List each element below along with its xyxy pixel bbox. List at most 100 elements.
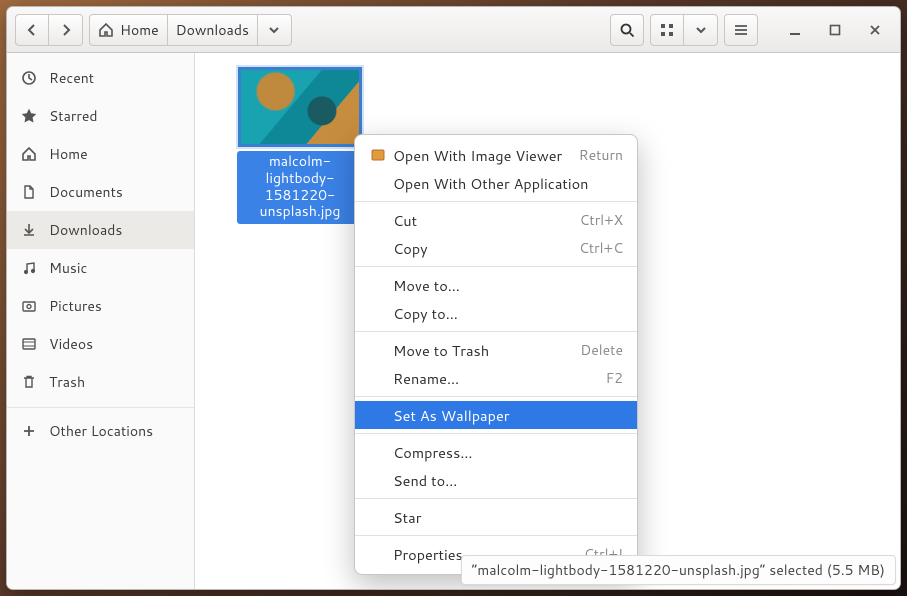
path-menu-button[interactable] (258, 14, 292, 46)
sidebar-item-starred[interactable]: Starred (7, 97, 194, 135)
menu-item-accel: Delete (580, 340, 623, 360)
menu-rename[interactable]: Rename… F2 (355, 364, 637, 392)
menu-item-label: Copy to… (393, 303, 458, 324)
download-icon (21, 222, 37, 238)
context-menu: Open With Image Viewer Return Open With … (354, 134, 638, 575)
hamburger-button[interactable] (724, 14, 758, 46)
view-options-button[interactable] (684, 14, 718, 46)
caret-down-icon (266, 22, 282, 38)
forward-button[interactable] (49, 14, 83, 46)
sidebar-item-music[interactable]: Music (7, 249, 194, 287)
sidebar-item-label: Other Locations (49, 421, 153, 441)
sidebar-item-label: Trash (49, 372, 85, 392)
plus-icon (21, 423, 37, 439)
grid-icon (659, 22, 675, 38)
pictures-icon (21, 298, 37, 314)
close-button[interactable] (858, 14, 892, 46)
view-buttons (650, 14, 718, 46)
sidebar-item-recent[interactable]: Recent (7, 59, 194, 97)
places-sidebar: Recent Starred Home Documents Downloads … (7, 53, 195, 589)
sidebar-item-documents[interactable]: Documents (7, 173, 194, 211)
menu-item-label: Properties (393, 544, 463, 565)
clock-icon (21, 70, 37, 86)
close-icon (867, 22, 883, 38)
menu-copy[interactable]: Copy Ctrl+C (355, 234, 637, 262)
menu-item-label: Open With Other Application (393, 173, 589, 194)
menu-item-accel: F2 (606, 368, 623, 388)
status-bar: “malcolm-lightbody-1581220-unsplash.jpg”… (461, 555, 896, 585)
image-app-icon (369, 147, 387, 163)
sidebar-item-trash[interactable]: Trash (7, 363, 194, 401)
menu-copy-to[interactable]: Copy to… (355, 299, 637, 327)
path-home-label: Home (120, 20, 159, 40)
sidebar-item-label: Downloads (49, 220, 122, 240)
sidebar-item-label: Starred (49, 106, 98, 126)
menu-separator (355, 433, 637, 434)
menu-set-wallpaper[interactable]: Set As Wallpaper (355, 401, 637, 429)
document-icon (21, 184, 37, 200)
file-manager-window: Home Downloads (6, 6, 901, 590)
chevron-left-icon (24, 22, 40, 38)
minimize-icon (787, 22, 803, 38)
maximize-icon (827, 22, 843, 38)
sidebar-item-downloads[interactable]: Downloads (7, 211, 194, 249)
minimize-button[interactable] (778, 14, 812, 46)
sidebar-item-videos[interactable]: Videos (7, 325, 194, 363)
menu-item-label: Star (393, 507, 421, 528)
menu-item-label: Move to… (393, 275, 460, 296)
nav-buttons (15, 14, 83, 46)
main-pane[interactable]: malcolm-lightbody-1581220-unsplash.jpg O… (195, 53, 900, 589)
menu-separator (355, 266, 637, 267)
menu-item-label: Move to Trash (393, 340, 489, 361)
trash-icon (21, 374, 37, 390)
videos-icon (21, 336, 37, 352)
sidebar-item-other-locations[interactable]: Other Locations (7, 407, 194, 449)
path-current-button[interactable]: Downloads (168, 14, 258, 46)
file-name-label: malcolm-lightbody-1581220-unsplash.jpg (237, 151, 363, 224)
menu-move-to[interactable]: Move to… (355, 271, 637, 299)
sidebar-item-label: Home (49, 144, 88, 164)
menu-cut[interactable]: Cut Ctrl+X (355, 206, 637, 234)
menu-separator (355, 396, 637, 397)
menu-move-to-trash[interactable]: Move to Trash Delete (355, 336, 637, 364)
menu-item-label: Copy (393, 238, 428, 259)
music-icon (21, 260, 37, 276)
maximize-button[interactable] (818, 14, 852, 46)
content-split: Recent Starred Home Documents Downloads … (7, 53, 900, 589)
home-icon (21, 146, 37, 162)
menu-item-label: Set As Wallpaper (393, 405, 509, 426)
view-mode-button[interactable] (650, 14, 684, 46)
back-button[interactable] (15, 14, 49, 46)
chevron-right-icon (58, 22, 74, 38)
sidebar-item-label: Recent (49, 68, 94, 88)
path-current-label: Downloads (176, 20, 249, 40)
menu-item-label: Rename… (393, 368, 459, 389)
menu-open-with-default[interactable]: Open With Image Viewer Return (355, 141, 637, 169)
menu-separator (355, 498, 637, 499)
path-home-button[interactable]: Home (89, 14, 168, 46)
menu-item-label: Open With Image Viewer (393, 145, 562, 166)
search-icon (619, 22, 635, 38)
menu-separator (355, 331, 637, 332)
search-button[interactable] (610, 14, 644, 46)
sidebar-item-label: Pictures (49, 296, 102, 316)
menu-compress[interactable]: Compress… (355, 438, 637, 466)
file-thumbnail[interactable] (238, 67, 362, 147)
status-text: “malcolm-lightbody-1581220-unsplash.jpg”… (472, 560, 885, 580)
menu-open-with-other[interactable]: Open With Other Application (355, 169, 637, 197)
menu-item-label: Send to… (393, 470, 457, 491)
sidebar-item-home[interactable]: Home (7, 135, 194, 173)
star-icon (21, 108, 37, 124)
file-item[interactable]: malcolm-lightbody-1581220-unsplash.jpg (235, 67, 365, 224)
pathbar: Home Downloads (89, 14, 292, 46)
menu-send-to[interactable]: Send to… (355, 466, 637, 494)
sidebar-item-pictures[interactable]: Pictures (7, 287, 194, 325)
menu-star[interactable]: Star (355, 503, 637, 531)
menu-item-accel: Ctrl+X (580, 210, 623, 230)
menu-item-label: Cut (393, 210, 417, 231)
caret-down-icon (693, 22, 709, 38)
menu-item-accel: Return (579, 145, 623, 165)
sidebar-item-label: Documents (49, 182, 123, 202)
hamburger-icon (733, 22, 749, 38)
menu-item-accel: Ctrl+C (579, 238, 623, 258)
